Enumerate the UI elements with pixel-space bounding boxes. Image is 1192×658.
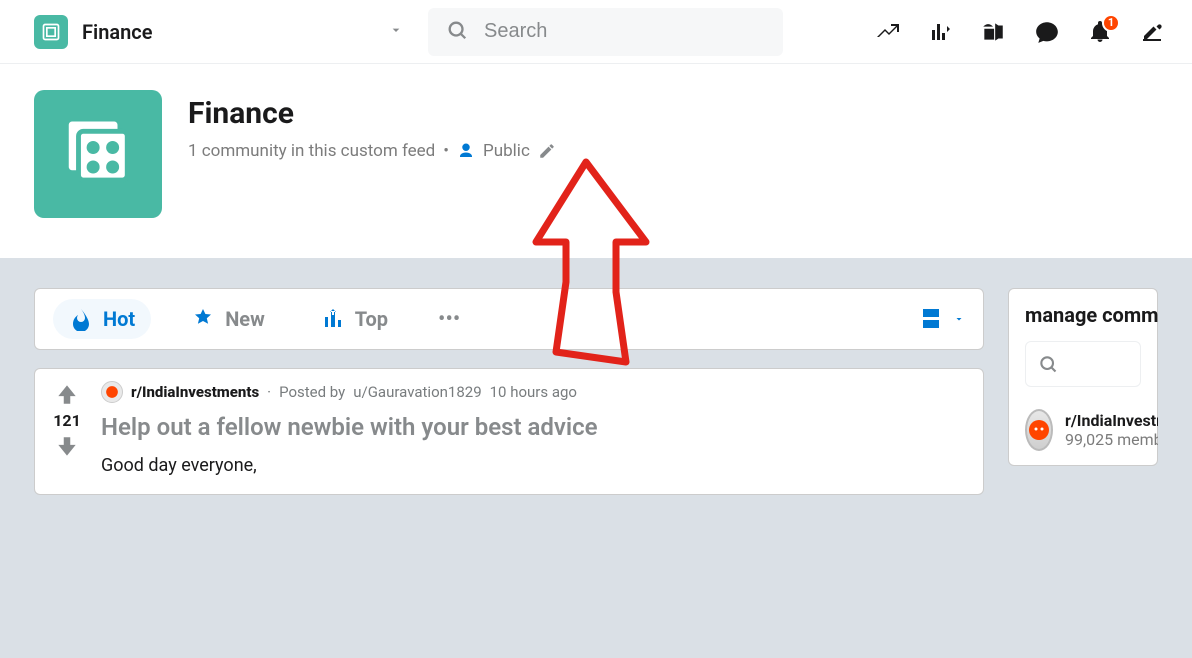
post-score: 121 [53,411,81,430]
sidebar-title: manage communities [1025,303,1141,327]
upvote-icon[interactable] [54,381,80,407]
post-age: 10 hours ago [490,383,577,401]
chevron-down-icon [953,313,965,325]
post-body: Good day everyone, [101,455,967,476]
sort-new-label: New [225,307,265,331]
view-mode-toggle[interactable] [923,309,965,329]
content-area: Hot New Top ••• [0,258,1192,658]
subreddit-link[interactable]: r/IndiaInvestments [131,383,259,401]
posted-by-prefix: Posted by [279,383,345,401]
create-post-icon[interactable] [1140,20,1164,44]
search-icon [1038,354,1058,374]
sort-top-label: Top [355,307,388,331]
edit-icon[interactable] [538,142,556,160]
community-avatar-icon [1025,409,1053,451]
post-title[interactable]: Help out a fellow newbie with your best … [101,413,967,441]
manage-communities-card: manage communities r/IndiaInvestments 99… [1008,288,1158,466]
notification-badge: 1 [1102,14,1120,32]
sort-hot-label: Hot [103,307,135,331]
all-icon[interactable] [928,20,952,44]
feed-icon [34,15,68,49]
sidebar-community-item[interactable]: r/IndiaInvestments 99,025 members [1025,409,1141,451]
chat-icon[interactable] [1034,19,1060,45]
feed-subtitle: 1 community in this custom feed • Public [188,141,556,161]
rpan-icon[interactable] [980,19,1006,45]
notifications-icon[interactable]: 1 [1088,20,1112,44]
sort-bar: Hot New Top ••• [34,288,984,350]
sort-top[interactable]: Top [305,299,404,339]
subreddit-avatar-icon[interactable] [101,381,123,403]
downvote-icon[interactable] [54,434,80,460]
meta-separator: · [267,383,271,401]
feed-title: Finance [188,96,556,131]
sidebar-search[interactable] [1025,341,1141,387]
topbar-actions: 1 [876,19,1164,45]
visibility-label: Public [483,141,530,161]
chevron-down-icon [388,22,404,42]
community-members: 99,025 members [1065,430,1158,449]
search-icon [446,19,468,45]
search-input[interactable] [482,19,765,44]
community-name: r/IndiaInvestments [1065,411,1158,430]
sort-new[interactable]: New [175,299,281,339]
sort-more-icon[interactable]: ••• [428,303,470,336]
post-card[interactable]: 121 r/IndiaInvestments · Posted by u/Gau… [34,368,984,495]
community-count: 1 community in this custom feed [188,141,435,161]
top-bar: Finance 1 [0,0,1192,64]
feed-header: Finance 1 community in this custom feed … [0,64,1192,258]
sort-hot[interactable]: Hot [53,299,151,339]
vote-column: 121 [43,381,91,476]
post-meta: r/IndiaInvestments · Posted by u/Gaurava… [101,381,967,403]
person-icon [457,142,475,160]
feed-name: Finance [82,20,152,44]
author-link[interactable]: u/Gauravation1829 [353,383,481,401]
separator-dot: • [443,141,449,161]
popular-icon[interactable] [876,20,900,44]
search-box[interactable] [428,8,783,56]
feed-icon-large [34,90,162,218]
feed-dropdown[interactable]: Finance [34,15,404,49]
